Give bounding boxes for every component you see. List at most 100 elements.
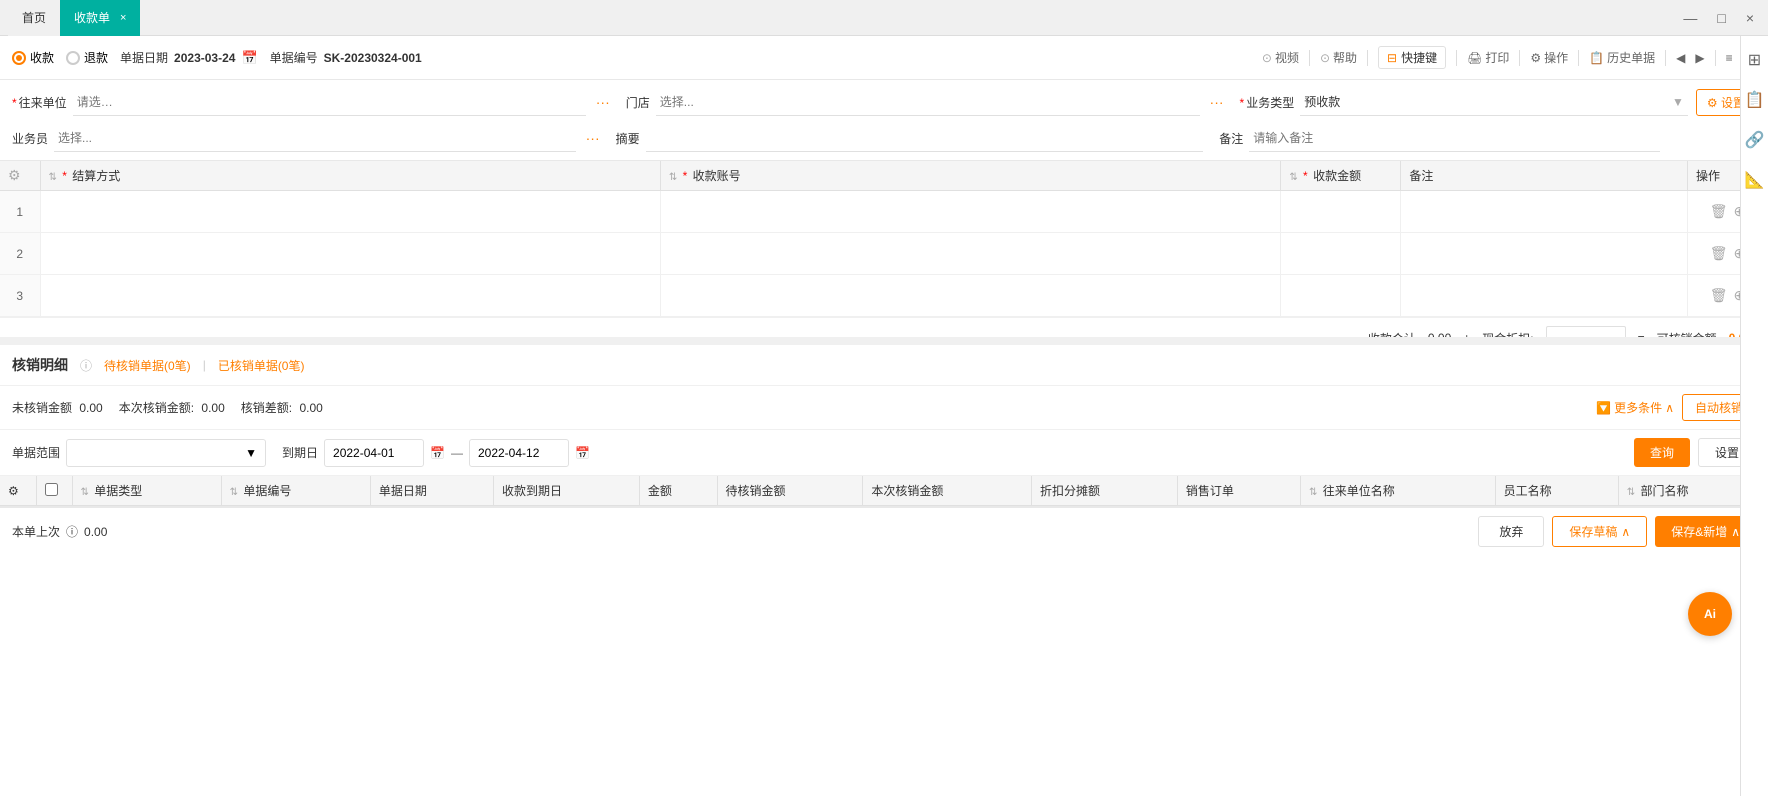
kuaijian-label: 快捷键 bbox=[1401, 49, 1437, 66]
video-btn[interactable]: ⊙ 视频 bbox=[1262, 49, 1299, 66]
tab-shoukuan[interactable]: 收款单 × bbox=[60, 0, 140, 36]
date-to-input[interactable] bbox=[469, 439, 569, 467]
remark-cell-2[interactable] bbox=[1401, 233, 1688, 275]
tab-shoukuan-label: 收款单 bbox=[74, 9, 110, 26]
salesman-input[interactable] bbox=[54, 124, 576, 152]
counterpart-label: *往来单位 bbox=[12, 94, 67, 111]
help-btn[interactable]: ⊙ 帮助 bbox=[1320, 49, 1357, 66]
biz-type-select[interactable]: 预收款 ▼ bbox=[1300, 88, 1688, 116]
pending-tab[interactable]: 待核销单据(0笔) bbox=[104, 357, 191, 374]
shop-input[interactable] bbox=[656, 88, 1200, 116]
tab-close-icon[interactable]: × bbox=[120, 12, 126, 24]
settlement-cell-3[interactable] bbox=[40, 275, 660, 317]
actions-btn[interactable]: ⚙ 操作 bbox=[1530, 49, 1568, 66]
filter-area: 单据范围 ▼ 到期日 📅 — 📅 查询 设置 bbox=[0, 430, 1768, 476]
date-value[interactable]: 2023-03-24 bbox=[174, 51, 235, 65]
hexiao-stats-row: 未核销金额 0.00 本次核销金额: 0.00 核销差额: 0.00 🔽 更多条… bbox=[0, 386, 1768, 430]
radio-tuikuan-label: 退款 bbox=[84, 49, 108, 66]
kuaijian-btn[interactable]: ⊟ 快捷键 bbox=[1378, 46, 1446, 69]
shop-more-btn[interactable]: ··· bbox=[1210, 94, 1224, 110]
salesman-label: 业务员 bbox=[12, 130, 48, 147]
hexiao-info-icon[interactable]: ⓘ bbox=[80, 357, 92, 374]
close-btn[interactable]: × bbox=[1740, 8, 1760, 28]
query-btn[interactable]: 查询 bbox=[1634, 438, 1690, 467]
cal-to-icon[interactable]: 📅 bbox=[575, 446, 590, 460]
required-star: * bbox=[12, 96, 17, 110]
date-separator: — bbox=[451, 446, 463, 460]
amount-cell-2[interactable] bbox=[1281, 233, 1401, 275]
billnum-value[interactable]: SK-20230324-001 bbox=[324, 51, 422, 65]
layout1-btn[interactable]: ≡ bbox=[1726, 51, 1733, 65]
bth-bill-num: ⇅ 单据编号 bbox=[221, 476, 370, 506]
row-num-1: 1 bbox=[0, 191, 40, 233]
account-cell-1[interactable] bbox=[660, 191, 1280, 233]
bth-settings[interactable]: ⚙ bbox=[0, 476, 36, 506]
biz-type-label: *业务类型 bbox=[1240, 94, 1295, 111]
bottom-table-wrap: ⚙ ⇅ 单据类型 ⇅ 单据编号 bbox=[0, 476, 1768, 506]
date-from-input[interactable] bbox=[324, 439, 424, 467]
abandon-label: 放弃 bbox=[1499, 525, 1523, 539]
counterpart-more-btn[interactable]: ··· bbox=[596, 94, 610, 110]
settlement-cell-1[interactable] bbox=[40, 191, 660, 233]
print-btn[interactable]: 🖨 打印 bbox=[1467, 49, 1509, 66]
account-cell-3[interactable] bbox=[660, 275, 1280, 317]
ai-badge[interactable]: Ai bbox=[1688, 592, 1732, 636]
nav-prev-btn[interactable]: ◀ bbox=[1676, 51, 1685, 65]
filter-icon: 🔽 bbox=[1596, 401, 1611, 415]
bth-checkbox-col bbox=[36, 476, 72, 506]
sort-icon: ⇅ bbox=[49, 172, 57, 183]
toolbar: 收款 退款 单据日期 2023-03-24 📅 单据编号 SK-20230324… bbox=[0, 36, 1768, 80]
filter-buttons: 查询 设置 bbox=[1634, 438, 1756, 467]
cal-from-icon[interactable]: 📅 bbox=[430, 446, 445, 460]
settlement-cell-2[interactable] bbox=[40, 233, 660, 275]
diff-val: 0.00 bbox=[299, 401, 322, 415]
billnum-field: 单据编号 SK-20230324-001 bbox=[270, 49, 422, 66]
remark-cell-1[interactable] bbox=[1401, 191, 1688, 233]
nav-next-btn[interactable]: ▶ bbox=[1695, 51, 1704, 65]
divider1 bbox=[1309, 50, 1310, 66]
abandon-btn[interactable]: 放弃 bbox=[1478, 516, 1544, 547]
bth-bill-date: 单据日期 bbox=[370, 476, 493, 506]
divider5 bbox=[1578, 50, 1579, 66]
radio-shoukuan[interactable]: 收款 bbox=[12, 49, 54, 66]
current-val: 0.00 bbox=[201, 401, 224, 415]
radio-tuikuan[interactable]: 退款 bbox=[66, 49, 108, 66]
th-settlement: ⇅ * 结算方式 bbox=[40, 161, 660, 191]
delete-icon-2[interactable]: 🗑 bbox=[1710, 245, 1728, 262]
remark-cell-3[interactable] bbox=[1401, 275, 1688, 317]
minimize-btn[interactable]: — bbox=[1677, 8, 1703, 28]
bill-type-radio-group: 收款 退款 bbox=[12, 49, 108, 66]
print-label: 打印 bbox=[1485, 49, 1509, 66]
tab-home[interactable]: 首页 bbox=[8, 0, 60, 36]
right-panel-icon1[interactable]: ⊞ bbox=[1748, 44, 1761, 76]
biz-type-arrow-icon: ▼ bbox=[1672, 95, 1684, 109]
more-conditions-btn[interactable]: 🔽 更多条件 ∧ bbox=[1596, 399, 1674, 416]
maximize-btn[interactable]: □ bbox=[1711, 8, 1731, 28]
history-btn[interactable]: 📋 历史单据 bbox=[1589, 49, 1655, 66]
this-order-info-icon[interactable]: ⓘ bbox=[66, 523, 78, 540]
biz-type-value: 预收款 bbox=[1304, 93, 1340, 110]
sort-icon-bt3: ⇅ bbox=[1309, 487, 1317, 498]
done-tab[interactable]: 已核销单据(0笔) bbox=[218, 357, 305, 374]
amount-cell-1[interactable] bbox=[1281, 191, 1401, 233]
account-cell-2[interactable] bbox=[660, 233, 1280, 275]
bth-employee: 员工名称 bbox=[1495, 476, 1618, 506]
th-settings-col[interactable]: ⚙ bbox=[0, 161, 40, 191]
salesman-more-btn[interactable]: ··· bbox=[586, 130, 600, 146]
remark-input[interactable] bbox=[1249, 124, 1660, 152]
table-row: 3 🗑 ⊕ bbox=[0, 275, 1768, 317]
discount-input[interactable] bbox=[1546, 326, 1626, 341]
delete-icon-3[interactable]: 🗑 bbox=[1710, 287, 1728, 304]
amount-cell-3[interactable] bbox=[1281, 275, 1401, 317]
save-draft-btn[interactable]: 保存草稿 ∧ bbox=[1552, 516, 1647, 547]
select-all-checkbox[interactable] bbox=[45, 483, 58, 496]
right-panel-icon4[interactable]: 📐 bbox=[1745, 164, 1765, 196]
right-panel-icon3[interactable]: 🔗 bbox=[1745, 124, 1765, 156]
counterpart-input[interactable] bbox=[73, 88, 586, 116]
summary-input[interactable] bbox=[646, 124, 1204, 152]
bill-range-select[interactable]: ▼ bbox=[66, 439, 266, 467]
delete-icon-1[interactable]: 🗑 bbox=[1710, 203, 1728, 220]
table-row: 2 🗑 ⊕ bbox=[0, 233, 1768, 275]
calendar-icon[interactable]: 📅 bbox=[241, 50, 257, 66]
right-panel-icon2[interactable]: 📋 bbox=[1745, 84, 1765, 116]
